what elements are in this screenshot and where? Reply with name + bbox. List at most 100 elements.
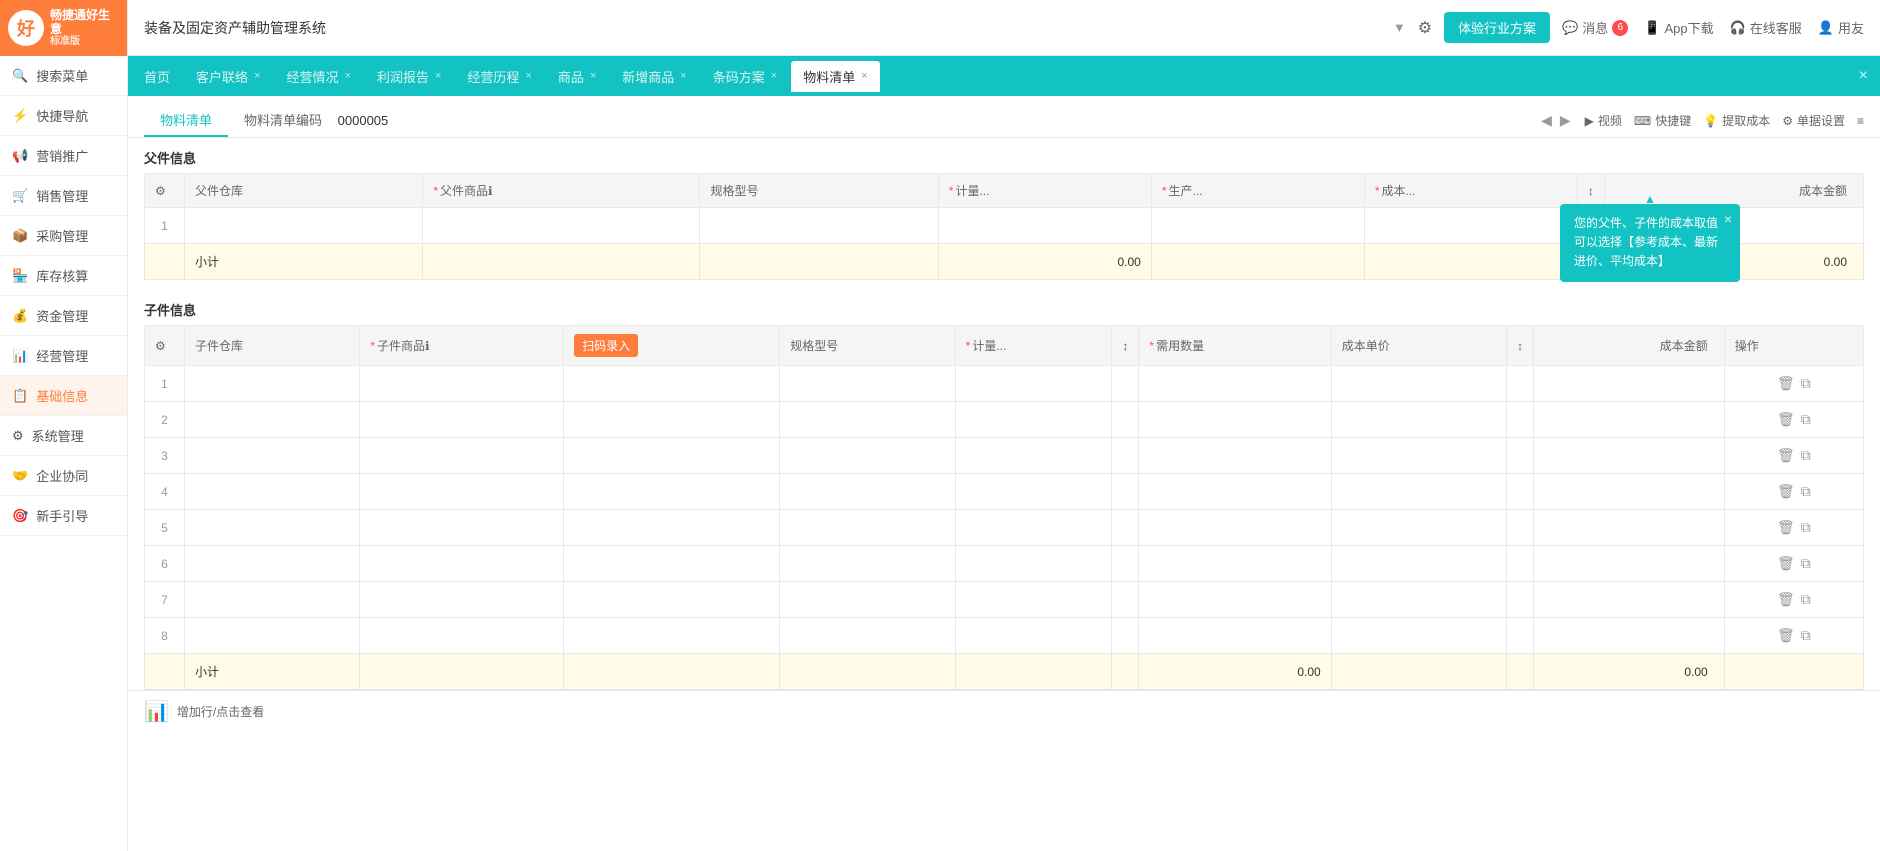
sidebar-item-system[interactable]: ⚙ 系统管理 [0,416,127,456]
sidebar-item-finance[interactable]: 💰 资金管理 [0,296,127,336]
tab-new-goods-close[interactable]: × [680,70,686,82]
child-row-4-unit-cost[interactable] [1331,474,1506,510]
shortcut-action[interactable]: ⌨ 快捷键 [1634,112,1691,129]
child-row-5-unit-cost[interactable] [1331,510,1506,546]
tab-home[interactable]: 首页 [132,61,182,92]
sidebar-item-quick-nav[interactable]: ⚡ 快捷导航 [0,96,127,136]
message-action[interactable]: 💬 消息 6 [1562,18,1628,37]
child-row-3-quantity[interactable] [1139,438,1331,474]
tab-profit-close[interactable]: × [435,70,441,82]
child-row-8-measure[interactable] [955,618,1112,654]
child-row-8-goods[interactable] [360,618,564,654]
child-row-8-unit-cost[interactable] [1331,618,1506,654]
child-row-5-measure[interactable] [955,510,1112,546]
sidebar-item-marketing[interactable]: 📢 营销推广 [0,136,127,176]
child-row-6-measure[interactable] [955,546,1112,582]
tab-barcode[interactable]: 条码方案 × [701,61,789,92]
child-row-1-unit-cost[interactable] [1331,366,1506,402]
child-row-2-quantity[interactable] [1139,402,1331,438]
tab-customer-close[interactable]: × [254,70,260,82]
user-action[interactable]: 👤 用友 [1818,18,1864,37]
child-row-8-spec[interactable] [780,618,955,654]
parent-row-1-measure[interactable] [938,208,1151,244]
child-row-4-measure[interactable] [955,474,1112,510]
child-row-3-goods[interactable] [360,438,564,474]
child-row-1-warehouse[interactable] [185,366,360,402]
extract-cost-action[interactable]: 💡 提取成本 [1703,112,1770,129]
child-row-6-copy-icon[interactable]: ⧉ [1801,555,1811,572]
child-row-4-delete-icon[interactable]: 🗑 [1777,483,1795,500]
child-row-4-goods[interactable] [360,474,564,510]
child-row-2-measure[interactable] [955,402,1112,438]
tab-barcode-close[interactable]: × [771,70,777,82]
tab-bom-close[interactable]: × [861,70,867,82]
child-row-4-quantity[interactable] [1139,474,1331,510]
child-row-2-unit-cost[interactable] [1331,402,1506,438]
child-row-7-quantity[interactable] [1139,582,1331,618]
child-row-1-measure[interactable] [955,366,1112,402]
dropdown-icon[interactable]: ▼ [1393,20,1406,35]
sidebar-item-enterprise[interactable]: 🤝 企业协同 [0,456,127,496]
child-row-6-unit-cost[interactable] [1331,546,1506,582]
child-row-8-copy-icon[interactable]: ⧉ [1801,627,1811,644]
child-row-3-measure[interactable] [955,438,1112,474]
child-col-scan[interactable]: 扫码录入 [564,326,780,366]
tab-profit[interactable]: 利润报告 × [365,61,453,92]
sidebar-item-basic-info[interactable]: 📋 基础信息 [0,376,127,416]
parent-col-settings[interactable]: ⚙ [145,174,185,208]
single-settings-action[interactable]: ⚙ 单据设置 [1782,112,1845,129]
child-row-2-spec[interactable] [780,402,955,438]
tab-operations-status[interactable]: 经营情况 × [274,61,362,92]
child-row-7-warehouse[interactable] [185,582,360,618]
child-row-5-quantity[interactable] [1139,510,1331,546]
sidebar-item-guide[interactable]: 🎯 新手引导 [0,496,127,536]
parent-row-1-goods[interactable] [423,208,700,244]
parent-row-1-warehouse[interactable] [185,208,423,244]
nav-close-all[interactable]: × [1851,67,1876,85]
child-row-5-delete-icon[interactable]: 🗑 [1777,519,1795,536]
child-row-8-delete-icon[interactable]: 🗑 [1777,627,1795,644]
online-service-action[interactable]: 🎧 在线客服 [1730,18,1802,37]
child-row-3-warehouse[interactable] [185,438,360,474]
tab-goods-close[interactable]: × [590,70,596,82]
add-row-label[interactable]: 增加行/点击查看 [177,703,264,720]
child-row-2-delete-icon[interactable]: 🗑 [1777,411,1795,428]
experience-button[interactable]: 体验行业方案 [1444,12,1550,43]
app-download-action[interactable]: 📱 App下载 [1644,18,1713,37]
nav-prev-icon[interactable]: ◀ [1539,110,1554,131]
child-row-3-copy-icon[interactable]: ⧉ [1801,447,1811,464]
sub-tab-bom-code[interactable]: 物料清单编码 0000005 [228,104,404,137]
child-row-3-spec[interactable] [780,438,955,474]
tab-customer[interactable]: 客户联络 × [184,61,272,92]
child-row-7-copy-icon[interactable]: ⧉ [1801,591,1811,608]
child-row-5-goods[interactable] [360,510,564,546]
child-row-3-delete-icon[interactable]: 🗑 [1777,447,1795,464]
child-row-7-spec[interactable] [780,582,955,618]
settings-icon[interactable]: ⚙ [1418,18,1432,38]
child-row-7-goods[interactable] [360,582,564,618]
child-row-5-spec[interactable] [780,510,955,546]
child-row-1-quantity[interactable] [1139,366,1331,402]
tooltip-close[interactable]: × [1724,208,1732,230]
list-view-icon[interactable]: ≡ [1857,114,1864,128]
tab-history[interactable]: 经营历程 × [455,61,543,92]
nav-next-icon[interactable]: ▶ [1558,110,1573,131]
child-row-8-warehouse[interactable] [185,618,360,654]
child-row-6-quantity[interactable] [1139,546,1331,582]
child-row-1-delete-icon[interactable]: 🗑 [1777,375,1795,392]
child-row-5-warehouse[interactable] [185,510,360,546]
sidebar-item-inventory[interactable]: 🏪 库存核算 [0,256,127,296]
sidebar-item-operations[interactable]: 📊 经营管理 [0,336,127,376]
child-row-7-unit-cost[interactable] [1331,582,1506,618]
child-row-4-spec[interactable] [780,474,955,510]
tab-new-goods[interactable]: 新增商品 × [610,61,698,92]
parent-row-1-spec[interactable] [700,208,938,244]
scan-button[interactable]: 扫码录入 [574,334,638,357]
child-row-6-spec[interactable] [780,546,955,582]
child-col-settings[interactable]: ⚙ [145,326,185,366]
child-row-1-spec[interactable] [780,366,955,402]
child-row-8-quantity[interactable] [1139,618,1331,654]
child-row-2-copy-icon[interactable]: ⧉ [1801,411,1811,428]
child-row-6-warehouse[interactable] [185,546,360,582]
child-row-4-warehouse[interactable] [185,474,360,510]
